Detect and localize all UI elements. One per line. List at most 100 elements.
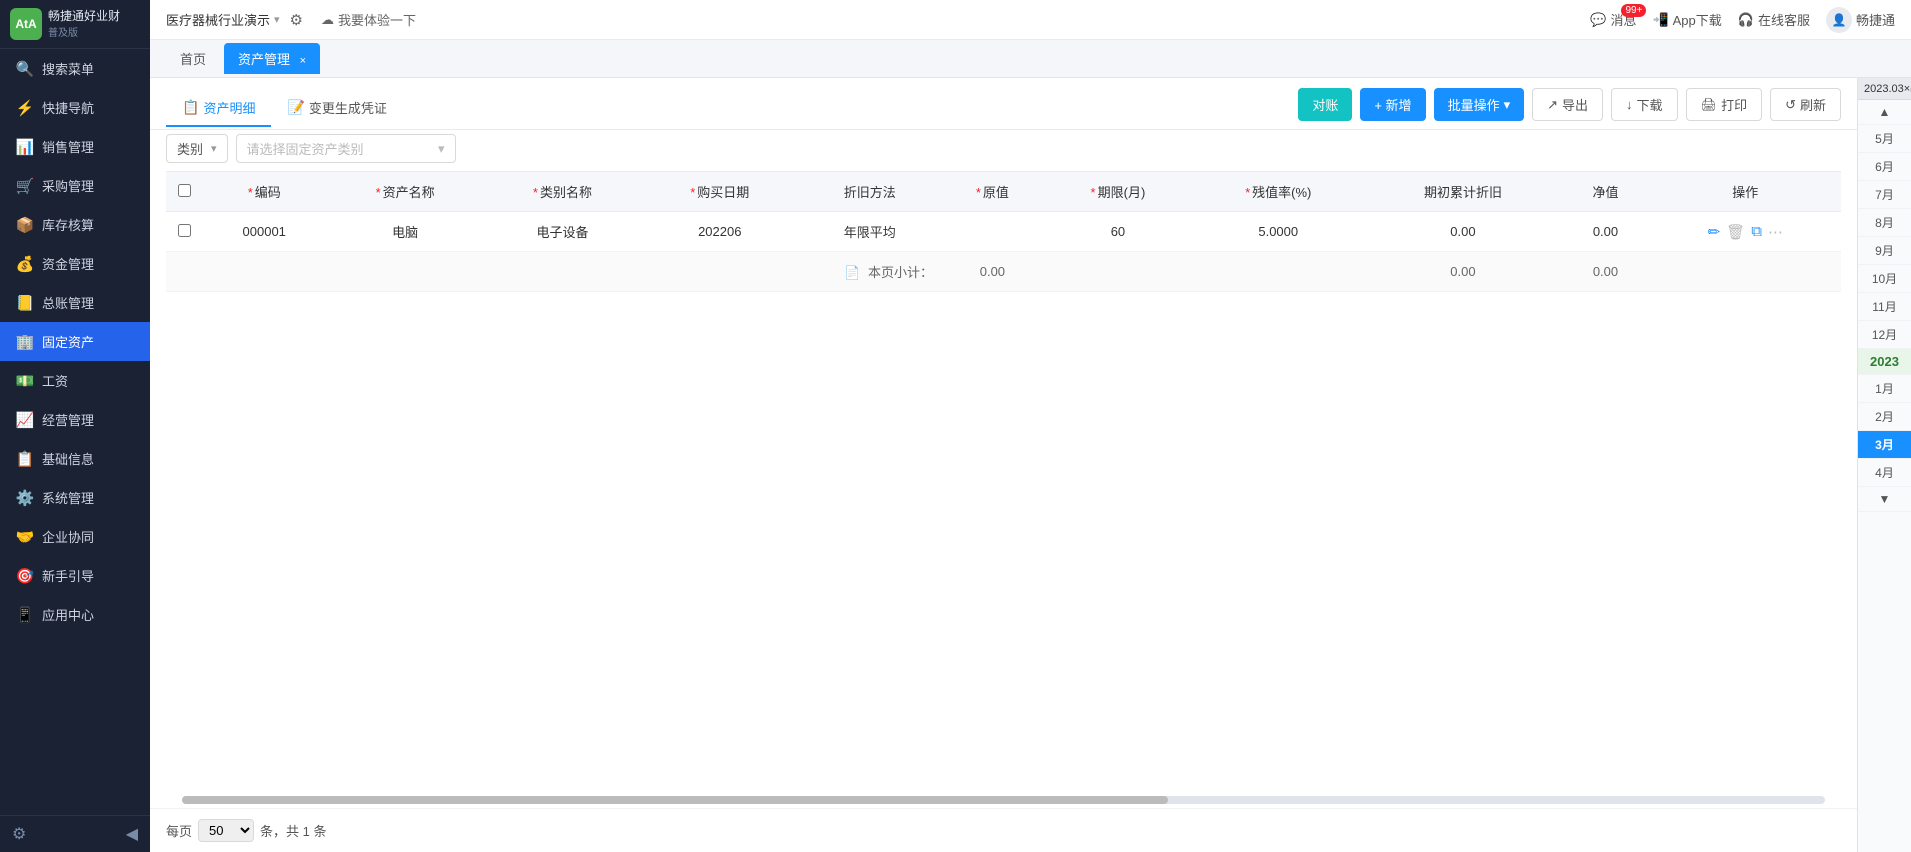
enterprise-icon: 🤝 xyxy=(16,528,34,546)
month-11[interactable]: 11月 xyxy=(1858,293,1911,321)
system-icon: ⚙️ xyxy=(16,489,34,507)
more-icon[interactable]: ⋯ xyxy=(1768,223,1783,241)
right-panel-down-arrow[interactable]: ▼ xyxy=(1858,487,1911,512)
sidebar-item-fixed-assets[interactable]: 🏢 固定资产 xyxy=(0,322,150,361)
cell-residual-rate: 5.0000 xyxy=(1192,212,1364,252)
subtotal-initial-depr: 0.00 xyxy=(1364,252,1561,292)
settings-gear-icon[interactable]: ⚙ xyxy=(290,11,303,29)
sidebar-item-enterprise[interactable]: 🤝 企业协同 xyxy=(0,517,150,556)
horizontal-scrollbar[interactable] xyxy=(150,792,1857,808)
month-5[interactable]: 5月 xyxy=(1858,125,1911,153)
main: 医疗器械行业演示 ▾ ⚙ ☁ 我要体验一下 💬 消息 99+ 📲 App下载 🎧… xyxy=(150,0,1911,852)
experience-button[interactable]: ☁ 我要体验一下 xyxy=(321,10,416,29)
sidebar-item-purchase[interactable]: 🛒 采购管理 xyxy=(0,166,150,205)
delete-icon[interactable]: 🗑 xyxy=(1726,223,1745,241)
inventory-icon: 📦 xyxy=(16,216,34,234)
month-1[interactable]: 1月 xyxy=(1858,375,1911,403)
download-button[interactable]: ↓ 下载 xyxy=(1611,88,1678,121)
sidebar-item-label: 库存核算 xyxy=(42,215,94,234)
sidebar: AtA 畅捷通好业财 普及版 🔍 搜索菜单 ⚡ 快捷导航 📊 销售管理 🛒 采购… xyxy=(0,0,150,852)
new-button[interactable]: + 新增 xyxy=(1360,88,1425,121)
company-selector[interactable]: 医疗器械行业演示 ▾ xyxy=(166,10,280,29)
sidebar-item-label: 经营管理 xyxy=(42,410,94,429)
sidebar-bottom: ⚙ ◀ xyxy=(0,815,150,852)
month-6[interactable]: 6月 xyxy=(1858,153,1911,181)
assets-table: *编码 *资产名称 *类别名称 *购买日期 折旧方法 *原值 *期限(月) *残… xyxy=(166,171,1841,292)
subtab-asset-detail[interactable]: 📋 资产明细 xyxy=(166,90,271,127)
table-wrap: *编码 *资产名称 *类别名称 *购买日期 折旧方法 *原值 *期限(月) *残… xyxy=(150,171,1857,792)
th-depr-method: 折旧方法 xyxy=(798,172,941,212)
sidebar-item-search[interactable]: 🔍 搜索菜单 xyxy=(0,49,150,88)
category-arrow-icon: ▾ xyxy=(211,142,217,155)
sidebar-item-label: 基础信息 xyxy=(42,449,94,468)
sidebar-item-label: 资金管理 xyxy=(42,254,94,273)
sidebar-item-system[interactable]: ⚙️ 系统管理 xyxy=(0,478,150,517)
user-menu[interactable]: 👤 畅捷通 xyxy=(1826,7,1895,33)
month-9[interactable]: 9月 xyxy=(1858,237,1911,265)
sidebar-item-label: 固定资产 xyxy=(42,332,94,351)
batch-ops-button[interactable]: 批量操作 ▾ xyxy=(1434,88,1525,121)
message-icon: 💬 xyxy=(1590,12,1606,28)
category-label: 类别 xyxy=(177,139,203,158)
sidebar-item-sales[interactable]: 📊 销售管理 xyxy=(0,127,150,166)
th-original-value: *原值 xyxy=(941,172,1044,212)
sidebar-item-app-center[interactable]: 📱 应用中心 xyxy=(0,595,150,634)
scrollbar-thumb[interactable] xyxy=(182,796,1168,804)
tab-asset-mgmt[interactable]: 资产管理 × xyxy=(224,43,320,74)
subtotal-net-value: 0.00 xyxy=(1561,252,1649,292)
tab-home[interactable]: 首页 xyxy=(166,43,220,74)
sidebar-item-ledger[interactable]: 📒 总账管理 xyxy=(0,283,150,322)
cell-initial-depr: 0.00 xyxy=(1364,212,1561,252)
subtab-change-voucher[interactable]: 📝 变更生成凭证 xyxy=(271,90,402,127)
month-10[interactable]: 10月 xyxy=(1858,265,1911,293)
sidebar-item-basic-info[interactable]: 📋 基础信息 xyxy=(0,439,150,478)
per-page-select[interactable]: 50 10 20 100 xyxy=(198,819,254,842)
right-panel-up-arrow[interactable]: ▲ xyxy=(1858,100,1911,125)
cell-depr-method: 年限平均 xyxy=(798,212,941,252)
cell-net-value: 0.00 xyxy=(1561,212,1649,252)
cell-code: 000001 xyxy=(202,212,326,252)
category-filter[interactable]: 类别 ▾ xyxy=(166,134,228,163)
online-service-button[interactable]: 🎧 在线客服 xyxy=(1738,10,1810,29)
cell-original-value xyxy=(941,212,1044,252)
refresh-button[interactable]: ↺ 刷新 xyxy=(1770,88,1841,121)
copy-icon[interactable]: ⧉ xyxy=(1751,223,1762,240)
th-purchase-date: *购买日期 xyxy=(641,172,798,212)
sidebar-item-guide[interactable]: 🎯 新手引导 xyxy=(0,556,150,595)
sidebar-logo: AtA 畅捷通好业财 普及版 xyxy=(0,0,150,49)
sidebar-item-label: 采购管理 xyxy=(42,176,94,195)
month-2[interactable]: 2月 xyxy=(1858,403,1911,431)
sidebar-item-inventory[interactable]: 📦 库存核算 xyxy=(0,205,150,244)
month-3-current[interactable]: 3月 xyxy=(1858,431,1911,459)
month-12[interactable]: 12月 xyxy=(1858,321,1911,349)
row-checkbox[interactable] xyxy=(178,224,191,237)
month-8[interactable]: 8月 xyxy=(1858,209,1911,237)
month-4[interactable]: 4月 xyxy=(1858,459,1911,487)
export-button[interactable]: ↗ 导出 xyxy=(1532,88,1603,121)
year-divider-2023: 2023 xyxy=(1858,349,1911,375)
sidebar-item-label: 快捷导航 xyxy=(42,98,94,117)
tab-close-icon[interactable]: × xyxy=(300,55,306,67)
sidebar-item-payroll[interactable]: 💵 工资 xyxy=(0,361,150,400)
sidebar-item-funds[interactable]: 💰 资金管理 xyxy=(0,244,150,283)
experience-label: 我要体验一下 xyxy=(338,10,416,29)
guide-icon: 🎯 xyxy=(16,567,34,585)
sidebar-item-label: 搜索菜单 xyxy=(42,59,94,78)
collapse-icon[interactable]: ◀ xyxy=(126,824,138,844)
settings-icon[interactable]: ⚙ xyxy=(12,824,26,844)
right-panel: 2023.03 × ⤢ ▲ 5月 6月 7月 8月 9月 1 xyxy=(1857,78,1911,852)
message-button[interactable]: 💬 消息 99+ xyxy=(1590,10,1636,29)
month-7[interactable]: 7月 xyxy=(1858,181,1911,209)
category-select-input[interactable]: 请选择固定资产类别 ▾ xyxy=(236,134,456,163)
app-download-button[interactable]: 📲 App下载 xyxy=(1652,10,1721,29)
reconcile-button[interactable]: 对账 xyxy=(1298,88,1352,121)
sidebar-item-operations[interactable]: 📈 经营管理 xyxy=(0,400,150,439)
print-button[interactable]: 🖨 打印 xyxy=(1686,88,1763,121)
quick-nav-icon: ⚡ xyxy=(16,99,34,117)
topbar-right: 💬 消息 99+ 📲 App下载 🎧 在线客服 👤 畅捷通 xyxy=(1590,7,1895,33)
select-all-checkbox[interactable] xyxy=(178,184,191,197)
sidebar-item-quick-nav[interactable]: ⚡ 快捷导航 xyxy=(0,88,150,127)
edit-icon[interactable]: ✏ xyxy=(1708,223,1721,241)
asset-detail-icon: 📋 xyxy=(182,99,199,116)
message-badge: 99+ xyxy=(1621,4,1646,17)
